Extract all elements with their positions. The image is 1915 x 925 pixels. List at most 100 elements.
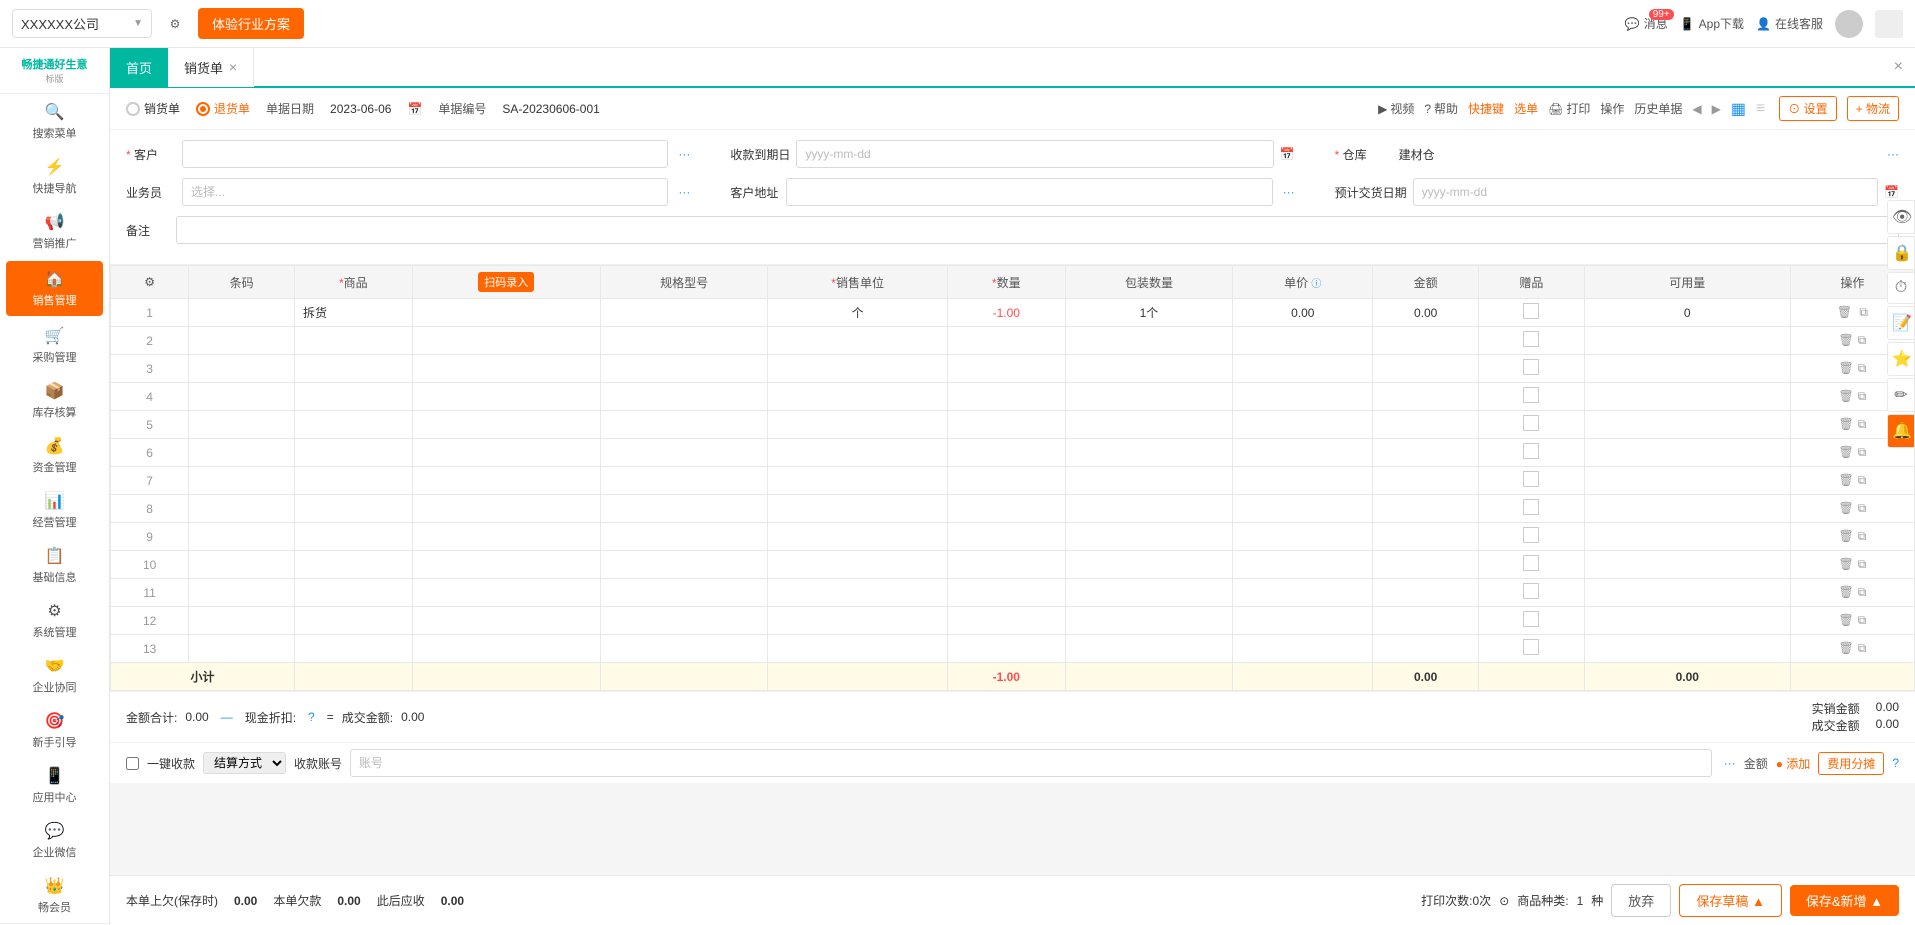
tab-home[interactable]: 首页: [110, 48, 168, 87]
copy-icon-7[interactable]: ⧉: [1858, 473, 1867, 487]
float-btn-1[interactable]: 👁: [1887, 200, 1915, 234]
tab-close-icon[interactable]: ×: [229, 59, 237, 75]
copy-icon-12[interactable]: ⧉: [1858, 613, 1867, 627]
copy-icon-4[interactable]: ⧉: [1858, 389, 1867, 403]
float-btn-5[interactable]: ⭐: [1887, 342, 1915, 376]
float-btn-3[interactable]: ⏱: [1887, 272, 1915, 304]
save-new-button[interactable]: 保存&新增 ▲: [1790, 885, 1899, 916]
copy-icon-1[interactable]: ⧉: [1859, 305, 1868, 319]
delete-icon-10[interactable]: 🗑: [1839, 557, 1854, 571]
copy-icon-3[interactable]: ⧉: [1858, 361, 1867, 375]
cell-spec-1[interactable]: [600, 299, 768, 327]
delete-icon-13[interactable]: 🗑: [1839, 641, 1854, 655]
delete-icon-8[interactable]: 🗑: [1839, 501, 1854, 515]
fee-help-icon[interactable]: ?: [1892, 756, 1899, 770]
copy-icon-6[interactable]: ⧉: [1858, 445, 1867, 459]
address-more-icon[interactable]: ···: [1283, 185, 1295, 199]
date-picker-icon[interactable]: 📅: [407, 102, 422, 116]
one-click-payment-checkbox[interactable]: [126, 757, 139, 770]
list-view-icon[interactable]: ≡: [1756, 100, 1765, 118]
sidebar-item-member[interactable]: 👑 畅会员: [0, 868, 109, 923]
radio-sale-order[interactable]: 销货单: [126, 100, 180, 117]
cell-price-1[interactable]: 0.00: [1233, 299, 1373, 327]
message-button[interactable]: 💬 消息 99+: [1625, 15, 1668, 32]
app-download-button[interactable]: 📱 App下载: [1680, 15, 1744, 32]
float-btn-7[interactable]: 🔔: [1887, 414, 1915, 448]
logistics-button[interactable]: + 物流: [1847, 96, 1899, 121]
float-btn-4[interactable]: 📝: [1887, 306, 1915, 340]
sidebar-item-finance[interactable]: 💰 资金管理: [0, 428, 109, 483]
add-fee-icon[interactable]: ● 添加: [1776, 755, 1811, 772]
cell-product-1[interactable]: 拆货: [294, 299, 412, 327]
account-input[interactable]: [350, 749, 1712, 777]
sidebar-item-marketing[interactable]: 📢 营销推广: [0, 204, 109, 259]
question-icon[interactable]: ?: [308, 710, 315, 724]
tab-sales-order[interactable]: 销货单 ×: [168, 48, 254, 87]
setting-button[interactable]: ⊙ 设置: [1779, 96, 1836, 121]
col-scan[interactable]: 扫码录入: [412, 266, 600, 299]
cell-gift-1[interactable]: [1478, 299, 1584, 327]
delete-icon-3[interactable]: 🗑: [1839, 361, 1854, 375]
save-draft-button[interactable]: 保存草稿 ▲: [1679, 884, 1782, 917]
address-input[interactable]: [786, 178, 1272, 206]
shortcut-btn[interactable]: 快捷键: [1468, 100, 1504, 117]
fee-split-button[interactable]: 费用分摊: [1818, 752, 1884, 775]
warehouse-more-icon[interactable]: ···: [1887, 147, 1899, 161]
sidebar-item-guide[interactable]: 🎯 新手引导: [0, 703, 109, 758]
delete-icon-12[interactable]: 🗑: [1839, 613, 1854, 627]
sidebar-item-inventory[interactable]: 📦 库存核算: [0, 373, 109, 428]
copy-icon-2[interactable]: ⧉: [1858, 333, 1867, 347]
delete-icon-5[interactable]: 🗑: [1839, 417, 1854, 431]
window-close-icon[interactable]: ×: [1894, 58, 1903, 75]
sidebar-item-sales[interactable]: 🏠 销售管理: [6, 261, 103, 316]
float-btn-2[interactable]: 🔒: [1887, 236, 1915, 270]
avatar[interactable]: [1835, 10, 1863, 38]
delete-icon-2[interactable]: 🗑: [1839, 333, 1854, 347]
payment-date-input[interactable]: [796, 140, 1273, 168]
sidebar-item-enterprise[interactable]: 🤝 企业协同: [0, 648, 109, 703]
method-select[interactable]: 结算方式: [203, 752, 286, 774]
col-settings[interactable]: ⚙: [111, 266, 189, 299]
sidebar-item-operations[interactable]: 📊 经营管理: [0, 483, 109, 538]
cell-barcode-1[interactable]: [189, 299, 295, 327]
delete-icon-9[interactable]: 🗑: [1839, 529, 1854, 543]
sidebar-item-wechat[interactable]: 💬 企业微信: [0, 813, 109, 868]
sidebar-item-quick[interactable]: ⚡ 快捷导航: [0, 149, 109, 204]
nav-prev-icon[interactable]: ◀: [1692, 102, 1701, 116]
float-btn-6[interactable]: ✏: [1887, 378, 1915, 412]
settings-icon[interactable]: ⚙: [160, 9, 190, 39]
copy-icon-13[interactable]: ⧉: [1858, 641, 1867, 655]
delivery-input[interactable]: [1413, 178, 1878, 206]
sidebar-item-basic[interactable]: 📋 基础信息: [0, 538, 109, 593]
remarks-input[interactable]: [176, 216, 1899, 244]
account-more-icon[interactable]: ···: [1724, 756, 1736, 770]
delete-icon-1[interactable]: 🗑: [1837, 305, 1852, 319]
grid-view-icon[interactable]: ▦: [1731, 99, 1746, 119]
select-btn[interactable]: 选单: [1514, 100, 1538, 117]
copy-icon-11[interactable]: ⧉: [1858, 585, 1867, 599]
copy-icon-10[interactable]: ⧉: [1858, 557, 1867, 571]
customer-input[interactable]: [182, 140, 668, 168]
video-btn[interactable]: ▶ 视频: [1378, 100, 1414, 117]
delete-icon-11[interactable]: 🗑: [1839, 585, 1854, 599]
delivery-date-icon[interactable]: 📅: [1884, 185, 1899, 199]
copy-icon-9[interactable]: ⧉: [1858, 529, 1867, 543]
discard-button[interactable]: 放弃: [1611, 884, 1671, 917]
operation-btn[interactable]: 操作: [1600, 100, 1624, 117]
copy-icon-8[interactable]: ⧉: [1858, 501, 1867, 515]
delete-icon-7[interactable]: 🗑: [1839, 473, 1854, 487]
print-btn[interactable]: 🖨 打印: [1548, 100, 1590, 117]
salesperson-input[interactable]: [182, 178, 668, 206]
online-service-button[interactable]: 👤 在线客服: [1756, 15, 1823, 32]
sidebar-item-search[interactable]: 🔍 搜索菜单: [0, 94, 109, 149]
delete-icon-4[interactable]: 🗑: [1839, 389, 1854, 403]
sidebar-item-apps[interactable]: 📱 应用中心: [0, 758, 109, 813]
trial-button[interactable]: 体验行业方案: [198, 8, 304, 39]
cell-qty-1[interactable]: -1.00: [947, 299, 1065, 327]
nav-next-icon[interactable]: ▶: [1712, 102, 1721, 116]
radio-return-order[interactable]: 退货单: [196, 100, 250, 117]
sidebar-item-purchase[interactable]: 🛒 采购管理: [0, 318, 109, 373]
customer-more-icon[interactable]: ···: [678, 147, 690, 161]
sidebar-item-system[interactable]: ⚙ 系统管理: [0, 593, 109, 648]
history-btn[interactable]: 历史单据: [1634, 100, 1682, 117]
